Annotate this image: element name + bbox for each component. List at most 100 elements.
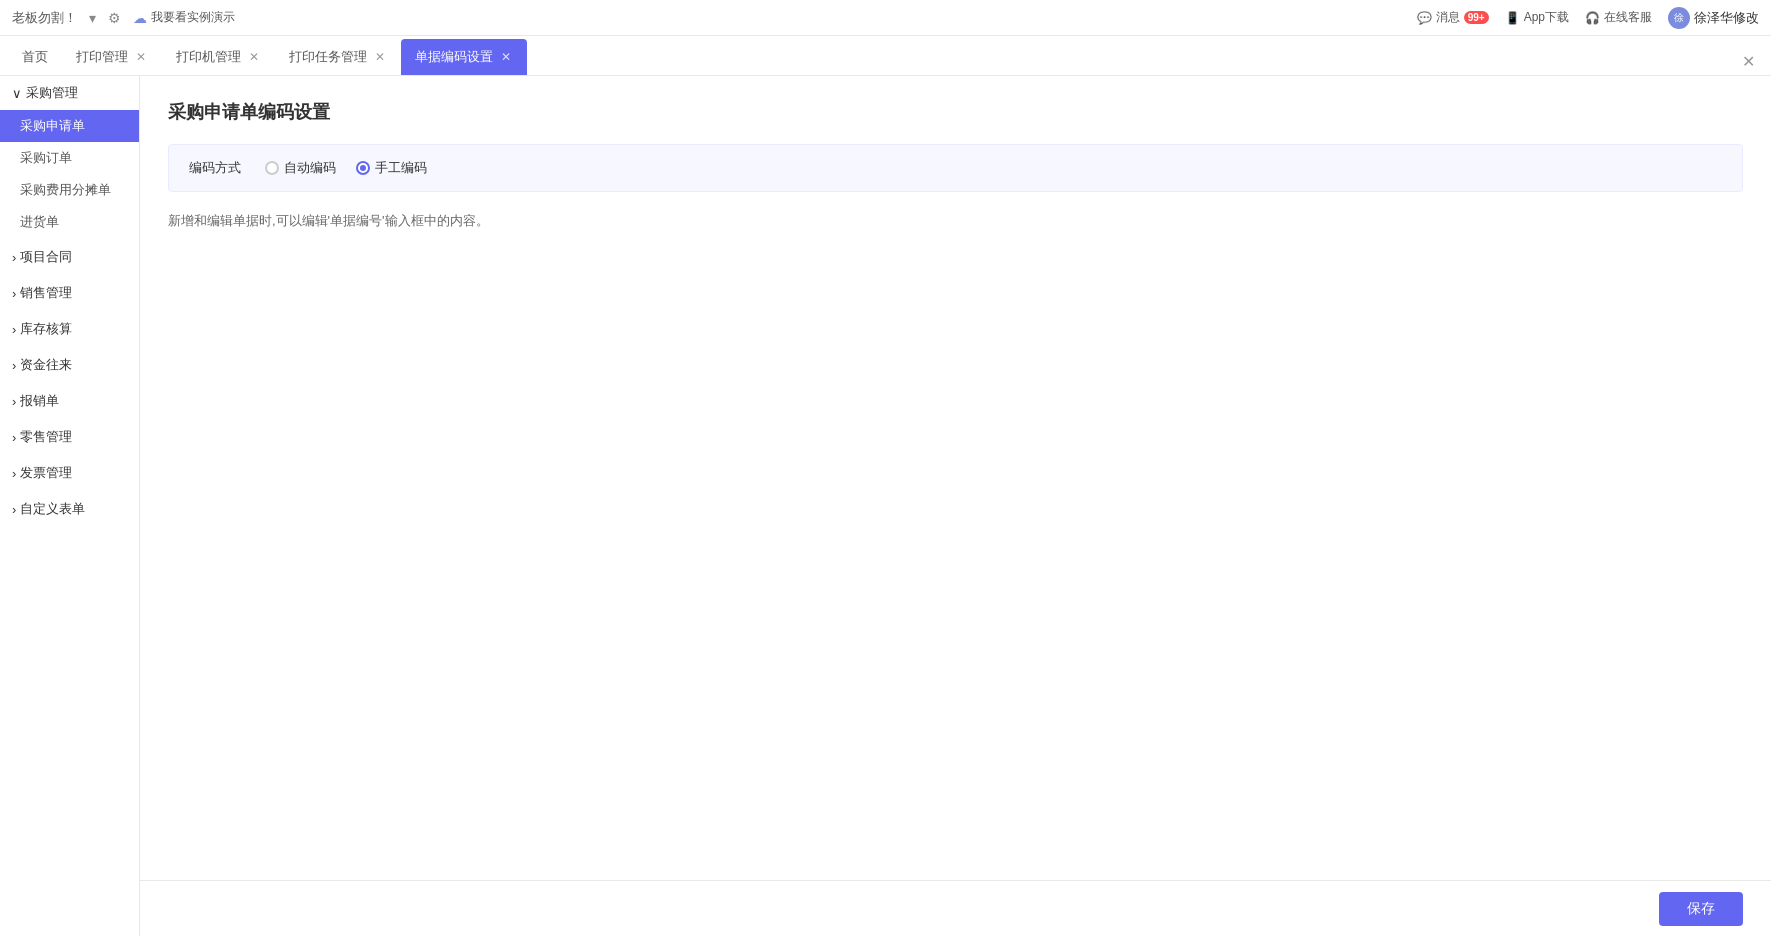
sidebar-item-purchase-order[interactable]: 采购订单 bbox=[0, 142, 139, 174]
sidebar-group-custom-header[interactable]: › 自定义表单 bbox=[0, 492, 139, 526]
headset-icon: 🎧 bbox=[1585, 11, 1600, 25]
sidebar-item-stock-in[interactable]: 进货单 bbox=[0, 206, 139, 238]
sidebar-item-purchase-request[interactable]: 采购申请单 bbox=[0, 110, 139, 142]
tab-printer-management-label: 打印机管理 bbox=[176, 48, 241, 66]
radio-group: 自动编码 手工编码 bbox=[265, 159, 427, 177]
message-icon: 💬 bbox=[1417, 11, 1432, 25]
top-bar: 老板勿割！ ▾ ⚙ ☁ 我要看实例演示 💬 消息 99+ 📱 App下载 🎧 在… bbox=[0, 0, 1771, 36]
sidebar-group-project: › 项目合同 bbox=[0, 240, 139, 274]
tab-print-task-label: 打印任务管理 bbox=[289, 48, 367, 66]
layout: ∨ 采购管理 采购申请单 采购订单 采购费用分摊单 进货单 › 项目合同 bbox=[0, 76, 1771, 936]
sidebar-item-purchase-order-label: 采购订单 bbox=[20, 150, 72, 165]
content-footer: 保存 bbox=[140, 880, 1771, 936]
radio-auto[interactable]: 自动编码 bbox=[265, 159, 336, 177]
sidebar-group-retail-label: 零售管理 bbox=[20, 428, 72, 446]
cloud-icon: ☁ bbox=[133, 10, 147, 26]
sidebar-group-custom-label: 自定义表单 bbox=[20, 500, 85, 518]
app-download-action[interactable]: 📱 App下载 bbox=[1505, 9, 1569, 26]
sidebar-group-sales-label: 销售管理 bbox=[20, 284, 72, 302]
tab-print-management-label: 打印管理 bbox=[76, 48, 128, 66]
sidebar-group-expense: › 报销单 bbox=[0, 384, 139, 418]
user-info[interactable]: 徐 徐泽华修改 bbox=[1668, 7, 1759, 29]
dropdown-icon[interactable]: ▾ bbox=[85, 8, 100, 28]
sidebar-group-retail-header[interactable]: › 零售管理 bbox=[0, 420, 139, 454]
tab-printer-management-close[interactable]: ✕ bbox=[247, 50, 261, 64]
chevron-right-icon-sales: › bbox=[12, 286, 16, 301]
sidebar-group-finance-header[interactable]: › 资金往来 bbox=[0, 348, 139, 382]
radio-manual[interactable]: 手工编码 bbox=[356, 159, 427, 177]
tab-home[interactable]: 首页 bbox=[8, 39, 62, 75]
sidebar-group-inventory: › 库存核算 bbox=[0, 312, 139, 346]
sidebar-group-retail: › 零售管理 bbox=[0, 420, 139, 454]
sidebar-group-purchase: ∨ 采购管理 采购申请单 采购订单 采购费用分摊单 进货单 bbox=[0, 76, 139, 238]
phone-icon: 📱 bbox=[1505, 11, 1520, 25]
content-body: 采购申请单编码设置 编码方式 自动编码 手工编码 新增和编辑单据时,可以编辑'单… bbox=[140, 76, 1771, 880]
tab-bar-close-all[interactable]: ✕ bbox=[1734, 48, 1763, 75]
tab-print-task[interactable]: 打印任务管理 ✕ bbox=[275, 39, 401, 75]
tab-printer-management[interactable]: 打印机管理 ✕ bbox=[162, 39, 275, 75]
sidebar-group-finance-label: 资金往来 bbox=[20, 356, 72, 374]
avatar: 徐 bbox=[1668, 7, 1690, 29]
sidebar-item-purchase-request-label: 采购申请单 bbox=[20, 118, 85, 133]
tab-print-management[interactable]: 打印管理 ✕ bbox=[62, 39, 162, 75]
tab-bar: 首页 打印管理 ✕ 打印机管理 ✕ 打印任务管理 ✕ 单据编码设置 ✕ ✕ bbox=[0, 36, 1771, 76]
demo-link[interactable]: ☁ 我要看实例演示 bbox=[133, 9, 235, 26]
chevron-right-icon-custom: › bbox=[12, 502, 16, 517]
settings-icon[interactable]: ⚙ bbox=[104, 8, 125, 28]
tab-print-task-close[interactable]: ✕ bbox=[373, 50, 387, 64]
sidebar-group-custom: › 自定义表单 bbox=[0, 492, 139, 526]
radio-manual-circle bbox=[356, 161, 370, 175]
demo-text: 我要看实例演示 bbox=[151, 9, 235, 26]
chevron-right-icon-finance: › bbox=[12, 358, 16, 373]
page-title: 采购申请单编码设置 bbox=[168, 100, 1743, 124]
encoding-section: 编码方式 自动编码 手工编码 bbox=[168, 144, 1743, 192]
message-label: 消息 bbox=[1436, 9, 1460, 26]
tab-encode-settings-close[interactable]: ✕ bbox=[499, 50, 513, 64]
chevron-right-icon-expense: › bbox=[12, 394, 16, 409]
brand-text: 老板勿割！ bbox=[12, 9, 77, 27]
online-service-label: 在线客服 bbox=[1604, 9, 1652, 26]
top-bar-right: 💬 消息 99+ 📱 App下载 🎧 在线客服 徐 徐泽华修改 bbox=[1417, 7, 1759, 29]
tab-home-label: 首页 bbox=[22, 48, 48, 66]
sidebar-item-purchase-expense[interactable]: 采购费用分摊单 bbox=[0, 174, 139, 206]
radio-auto-label: 自动编码 bbox=[284, 159, 336, 177]
chevron-right-icon: › bbox=[12, 250, 16, 265]
top-bar-left: 老板勿割！ ▾ ⚙ ☁ 我要看实例演示 bbox=[12, 8, 235, 28]
chevron-down-icon: ∨ bbox=[12, 86, 22, 101]
chevron-right-icon-retail: › bbox=[12, 430, 16, 445]
sidebar-group-sales: › 销售管理 bbox=[0, 276, 139, 310]
radio-auto-circle bbox=[265, 161, 279, 175]
message-badge: 99+ bbox=[1464, 11, 1489, 24]
sidebar-group-purchase-header[interactable]: ∨ 采购管理 bbox=[0, 76, 139, 110]
app-download-label: App下载 bbox=[1524, 9, 1569, 26]
tab-print-management-close[interactable]: ✕ bbox=[134, 50, 148, 64]
sidebar-group-inventory-header[interactable]: › 库存核算 bbox=[0, 312, 139, 346]
save-button[interactable]: 保存 bbox=[1659, 892, 1743, 926]
sidebar-group-finance: › 资金往来 bbox=[0, 348, 139, 382]
sidebar-group-project-header[interactable]: › 项目合同 bbox=[0, 240, 139, 274]
sidebar-item-stock-in-label: 进货单 bbox=[20, 214, 59, 229]
sidebar-group-expense-header[interactable]: › 报销单 bbox=[0, 384, 139, 418]
chevron-right-icon-invoice: › bbox=[12, 466, 16, 481]
sidebar: ∨ 采购管理 采购申请单 采购订单 采购费用分摊单 进货单 › 项目合同 bbox=[0, 76, 140, 936]
user-name: 徐泽华修改 bbox=[1694, 9, 1759, 27]
sidebar-group-purchase-label: 采购管理 bbox=[26, 84, 78, 102]
sidebar-item-purchase-expense-label: 采购费用分摊单 bbox=[20, 182, 111, 197]
top-bar-icons: ▾ ⚙ bbox=[85, 8, 125, 28]
sidebar-group-sales-header[interactable]: › 销售管理 bbox=[0, 276, 139, 310]
sidebar-group-inventory-label: 库存核算 bbox=[20, 320, 72, 338]
sidebar-group-expense-label: 报销单 bbox=[20, 392, 59, 410]
sidebar-group-invoice-label: 发票管理 bbox=[20, 464, 72, 482]
main-content: 采购申请单编码设置 编码方式 自动编码 手工编码 新增和编辑单据时,可以编辑'单… bbox=[140, 76, 1771, 936]
tab-encode-settings[interactable]: 单据编码设置 ✕ bbox=[401, 39, 527, 75]
avatar-text: 徐 bbox=[1674, 11, 1684, 25]
online-service-action[interactable]: 🎧 在线客服 bbox=[1585, 9, 1652, 26]
message-action[interactable]: 💬 消息 99+ bbox=[1417, 9, 1489, 26]
tab-encode-settings-label: 单据编码设置 bbox=[415, 48, 493, 66]
description-text: 新增和编辑单据时,可以编辑'单据编号'输入框中的内容。 bbox=[168, 212, 1743, 230]
sidebar-group-project-label: 项目合同 bbox=[20, 248, 72, 266]
sidebar-group-invoice-header[interactable]: › 发票管理 bbox=[0, 456, 139, 490]
chevron-right-icon-inventory: › bbox=[12, 322, 16, 337]
encoding-label: 编码方式 bbox=[189, 159, 249, 177]
sidebar-group-invoice: › 发票管理 bbox=[0, 456, 139, 490]
